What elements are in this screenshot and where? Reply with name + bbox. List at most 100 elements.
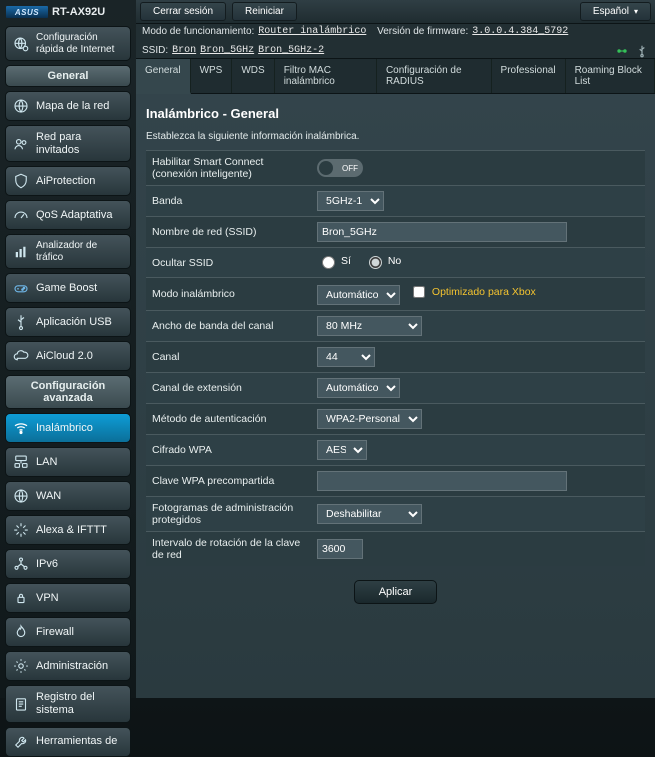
- model-label: RT-AX92U: [52, 6, 105, 18]
- ssid-value-2: Bron_5GHz-2: [258, 45, 324, 56]
- row-label-band: Banda: [146, 186, 311, 217]
- usb-icon: [12, 313, 30, 331]
- sidebar-item-label: IPv6: [36, 558, 58, 571]
- gauge-icon: [12, 206, 30, 224]
- sidebar-item-label: AiProtection: [36, 175, 95, 188]
- reboot-button[interactable]: Reiniciar: [232, 2, 297, 21]
- firmware-value[interactable]: 3.0.0.4.384_5792: [472, 26, 568, 37]
- pmf-select[interactable]: Deshabilitar: [317, 504, 422, 524]
- network-icon: [12, 555, 30, 573]
- sidebar-item-wan[interactable]: WAN: [5, 481, 131, 511]
- row-label-ext-channel: Canal de extensión: [146, 373, 311, 404]
- sidebar-item-game-boost[interactable]: Game Boost: [5, 273, 131, 303]
- chevron-down-icon: ▾: [634, 7, 638, 16]
- top-bar: Cerrar sesión Reiniciar Español ▾: [136, 0, 655, 24]
- row-label-wpa-enc: Cifrado WPA: [146, 435, 311, 466]
- tab-radius[interactable]: Configuración de RADIUS: [377, 59, 492, 93]
- sidebar-item-label: Mapa de la red: [36, 100, 109, 113]
- sidebar-item-adaptive-qos[interactable]: QoS Adaptativa: [5, 200, 131, 230]
- mesh-status-icon[interactable]: [615, 44, 629, 56]
- row-label-pmf: Fotogramas de administración protegidos: [146, 497, 311, 532]
- flame-icon: [12, 623, 30, 641]
- ssid-value-1: Bron_5GHz: [200, 45, 254, 56]
- hide-ssid-yes[interactable]: Sí: [317, 253, 351, 269]
- wireless-mode-select[interactable]: Automático: [317, 285, 400, 305]
- row-label-smart-connect: Habilitar Smart Connect (conexión inteli…: [146, 151, 311, 186]
- sidebar-section-general: General: [5, 65, 131, 87]
- main-panel: Cerrar sesión Reiniciar Español ▾ Modo de…: [136, 0, 655, 698]
- xbox-optimized-checkbox[interactable]: Optimizado para Xbox: [409, 283, 536, 301]
- sidebar-item-alexa-ifttt[interactable]: Alexa & IFTTT: [5, 515, 131, 545]
- bars-icon: [12, 243, 30, 261]
- auth-method-select[interactable]: WPA2-Personal: [317, 409, 422, 429]
- spark-icon: [12, 521, 30, 539]
- users-icon: [12, 135, 30, 153]
- psk-input[interactable]: [317, 471, 567, 491]
- sidebar-item-wireless[interactable]: Inalámbrico: [5, 413, 131, 443]
- lan-icon: [12, 453, 30, 471]
- page-title: Inalámbrico - General: [146, 106, 645, 121]
- sidebar-item-administration[interactable]: Administración: [5, 651, 131, 681]
- shield-icon: [12, 172, 30, 190]
- tab-general[interactable]: General: [136, 59, 191, 94]
- mode-value[interactable]: Router inalámbrico: [258, 26, 366, 37]
- channel-bw-select[interactable]: 80 MHz: [317, 316, 422, 336]
- row-label-channel-bw: Ancho de banda del canal: [146, 311, 311, 342]
- gear-icon: [12, 657, 30, 675]
- row-label-ssid: Nombre de red (SSID): [146, 217, 311, 248]
- sidebar-item-aiprotection[interactable]: AiProtection: [5, 166, 131, 196]
- sidebar-item-label: Herramientas de: [36, 735, 117, 748]
- sidebar-item-label: LAN: [36, 456, 57, 469]
- row-label-hide-ssid: Ocultar SSID: [146, 248, 311, 278]
- smart-connect-toggle[interactable]: OFF: [317, 159, 363, 177]
- tab-wps[interactable]: WPS: [191, 59, 233, 93]
- row-label-gkr: Intervalo de rotación de la clave de red: [146, 532, 311, 567]
- row-label-channel: Canal: [146, 342, 311, 373]
- sidebar-item-quick-setup[interactable]: Configuración rápida de Internet: [5, 26, 131, 61]
- settings-table: Habilitar Smart Connect (conexión inteli…: [146, 150, 645, 566]
- apply-button[interactable]: Aplicar: [354, 580, 438, 604]
- wpa-enc-select[interactable]: AES: [317, 440, 367, 460]
- sidebar-item-network-map[interactable]: Mapa de la red: [5, 91, 131, 121]
- sidebar-item-lan[interactable]: LAN: [5, 447, 131, 477]
- sidebar-item-ipv6[interactable]: IPv6: [5, 549, 131, 579]
- ext-channel-select[interactable]: Automático: [317, 378, 400, 398]
- sidebar-item-traffic-analyzer[interactable]: Analizador de tráfico: [5, 234, 131, 269]
- globe-icon: [12, 97, 30, 115]
- sidebar-item-label: Administración: [36, 660, 108, 673]
- tab-roaming-block[interactable]: Roaming Block List: [566, 59, 655, 93]
- usb-status-icon[interactable]: [635, 44, 649, 56]
- row-label-wireless-mode: Modo inalámbrico: [146, 278, 311, 311]
- mode-label: Modo de funcionamiento:: [142, 26, 254, 37]
- brand-logo: ASUS: [6, 6, 48, 18]
- wifi-icon: [12, 419, 30, 437]
- tab-wds[interactable]: WDS: [232, 59, 274, 93]
- tab-mac-filter[interactable]: Filtro MAC inalámbrico: [275, 59, 377, 93]
- sidebar-item-aicloud[interactable]: AiCloud 2.0: [5, 341, 131, 371]
- hide-ssid-no[interactable]: No: [364, 253, 401, 269]
- sidebar-item-system-log[interactable]: Registro del sistema: [5, 685, 131, 722]
- sidebar-item-label: AiCloud 2.0: [36, 350, 93, 363]
- sidebar-item-network-tools[interactable]: Herramientas de: [5, 727, 131, 757]
- sidebar-item-label: Firewall: [36, 626, 74, 639]
- sidebar-item-firewall[interactable]: Firewall: [5, 617, 131, 647]
- sidebar-item-usb-application[interactable]: Aplicación USB: [5, 307, 131, 337]
- channel-select[interactable]: 44: [317, 347, 375, 367]
- logout-button[interactable]: Cerrar sesión: [140, 2, 226, 21]
- tab-professional[interactable]: Professional: [492, 59, 566, 93]
- gkr-input[interactable]: [317, 539, 363, 559]
- sidebar-item-guest-network[interactable]: Red para invitados: [5, 125, 131, 162]
- row-label-psk: Clave WPA precompartida: [146, 466, 311, 497]
- sidebar-section-advanced: Configuración avanzada: [5, 375, 131, 409]
- sidebar: ASUS RT-AX92U Configuración rápida de In…: [0, 0, 136, 698]
- gamepad-icon: [12, 279, 30, 297]
- sidebar-item-vpn[interactable]: VPN: [5, 583, 131, 613]
- language-select[interactable]: Español ▾: [580, 2, 651, 21]
- language-label: Español: [593, 6, 629, 17]
- ssid-input[interactable]: [317, 222, 567, 242]
- ssid-label: SSID:: [142, 45, 168, 56]
- lock-network-icon: [12, 589, 30, 607]
- row-label-auth-method: Método de autenticación: [146, 404, 311, 435]
- band-select[interactable]: 5GHz-1: [317, 191, 384, 211]
- content-area: Inalámbrico - General Establezca la sigu…: [136, 94, 655, 698]
